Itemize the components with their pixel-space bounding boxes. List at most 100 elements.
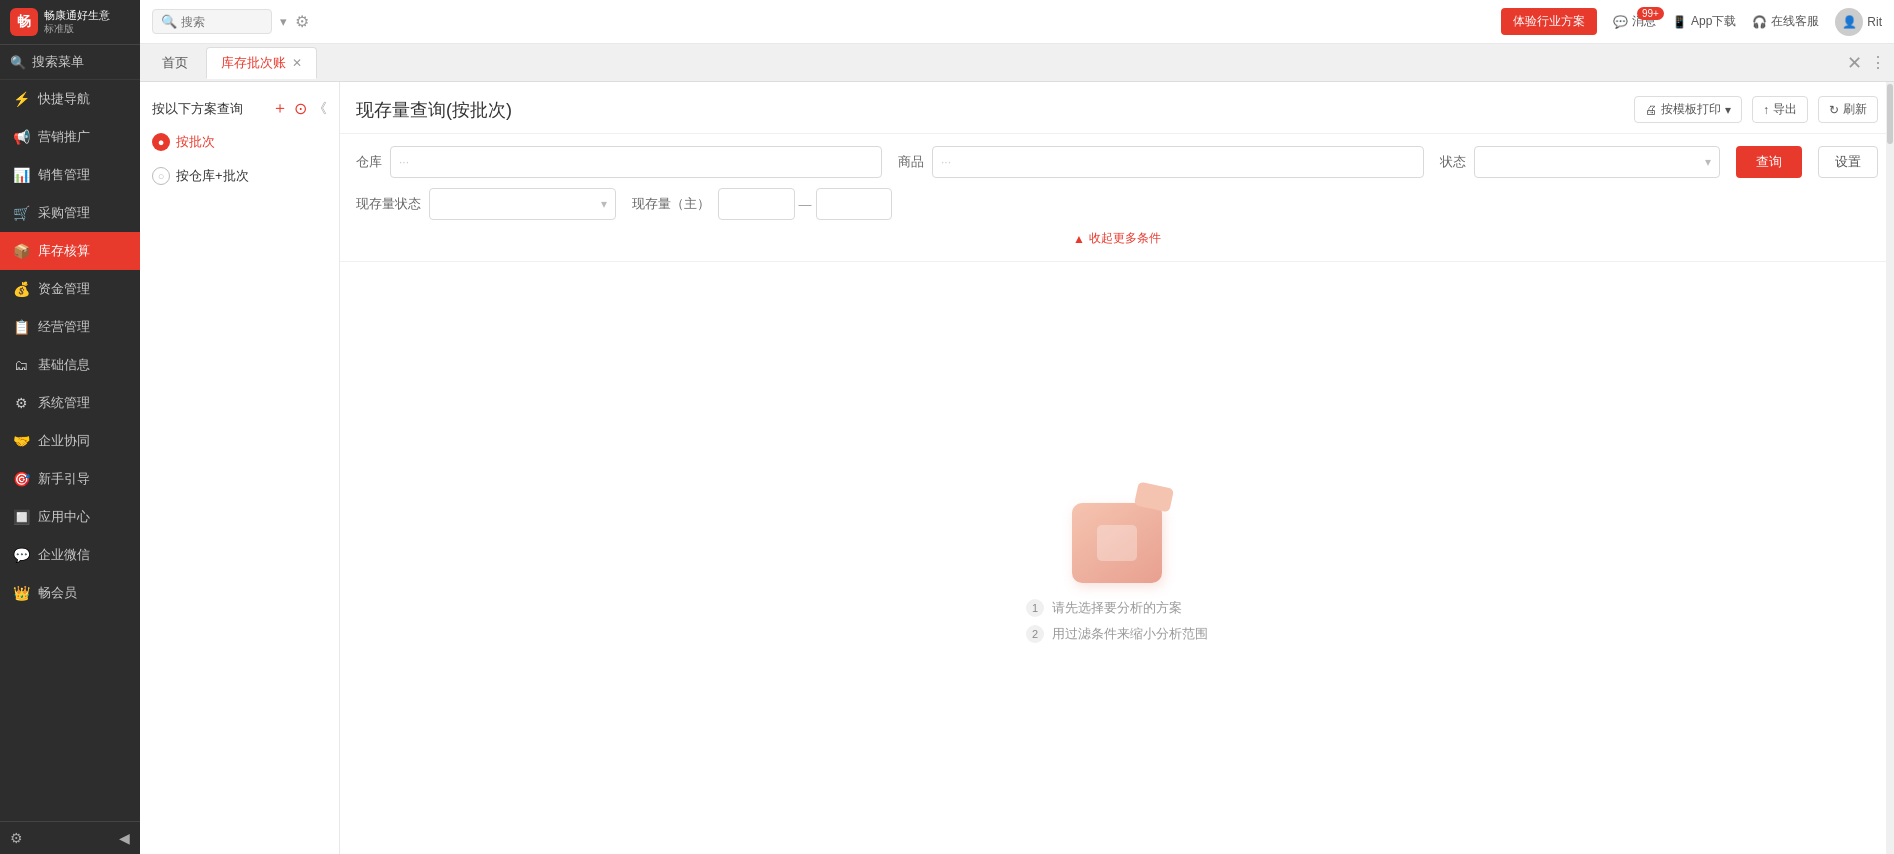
status-select[interactable]: ▾ <box>1474 146 1720 178</box>
sidebar-search-label: 搜索菜单 <box>32 53 84 71</box>
quick-nav-icon: ⚡ <box>12 90 30 108</box>
sidebar-item-enterprise[interactable]: 🤝 企业协同 <box>0 422 140 460</box>
tip-num-2: 2 <box>1026 625 1044 643</box>
product-label: 商品 <box>898 153 924 171</box>
product-placeholder: ··· <box>941 155 951 169</box>
sidebar-item-app-center[interactable]: 🔲 应用中心 <box>0 498 140 536</box>
left-panel-actions: ＋ ⊙ 《 <box>272 98 327 119</box>
sidebar-item-label: 经营管理 <box>38 318 90 336</box>
refresh-btn-label: 刷新 <box>1843 101 1867 118</box>
scheme-item-by-batch[interactable]: ● 按批次 <box>140 125 339 159</box>
collapse-sidebar-icon[interactable]: ◀ <box>119 830 130 846</box>
scheme-active-icon: ● <box>152 133 170 151</box>
sidebar-item-marketing[interactable]: 📢 营销推广 <box>0 118 140 156</box>
inventory-icon: 📦 <box>12 242 30 260</box>
topbar-search[interactable]: 🔍 <box>152 9 272 34</box>
sidebar-item-label: 系统管理 <box>38 394 90 412</box>
inventory-status-select[interactable]: ▾ <box>429 188 616 220</box>
sidebar-search[interactable]: 🔍 搜索菜单 <box>0 45 140 80</box>
inventory-qty-range: — <box>718 188 892 220</box>
experience-btn[interactable]: 体验行业方案 <box>1501 8 1597 35</box>
sidebar: 畅 畅康通好生意 标准版 🔍 搜索菜单 ⚡ 快捷导航 📢 营销推广 📊 销售管理… <box>0 0 140 854</box>
tabbar: 首页 库存批次账 ✕ ✕ ⋮ <box>140 44 1894 82</box>
scrollbar-thumb <box>1887 84 1893 144</box>
sidebar-item-quick-nav[interactable]: ⚡ 快捷导航 <box>0 80 140 118</box>
scheme-inactive-icon: ○ <box>152 167 170 185</box>
sidebar-item-finance[interactable]: 💰 资金管理 <box>0 270 140 308</box>
inventory-qty-min[interactable] <box>718 188 795 220</box>
print-btn[interactable]: 🖨 按模板打印 ▾ <box>1634 96 1742 123</box>
status-label: 状态 <box>1440 153 1466 171</box>
online-service-btn[interactable]: 🎧 在线客服 <box>1752 13 1819 30</box>
sidebar-item-operations[interactable]: 📋 经营管理 <box>0 308 140 346</box>
purchase-icon: 🛒 <box>12 204 30 222</box>
newbie-icon: 🎯 <box>12 470 30 488</box>
filter-area: 仓库 ··· 商品 ··· 状态 <box>340 134 1894 262</box>
sidebar-item-vip[interactable]: 👑 畅会员 <box>0 574 140 612</box>
app-download-label: App下载 <box>1691 13 1736 30</box>
sales-icon: 📊 <box>12 166 30 184</box>
add-scheme-btn[interactable]: ＋ <box>272 98 288 119</box>
sidebar-item-label: 应用中心 <box>38 508 90 526</box>
enterprise-icon: 🤝 <box>12 432 30 450</box>
main-area: 🔍 ▾ ⚙ 体验行业方案 💬 消息 99+ 📱 App下载 🎧 在线客服 � <box>140 0 1894 854</box>
inventory-qty-max[interactable] <box>816 188 893 220</box>
collapse-panel-btn[interactable]: 《 <box>313 100 327 118</box>
panel-more-icon[interactable]: ⋮ <box>1870 53 1886 72</box>
sidebar-item-newbie[interactable]: 🎯 新手引导 <box>0 460 140 498</box>
search-icon: 🔍 <box>10 55 26 70</box>
sidebar-item-system[interactable]: ⚙ 系统管理 <box>0 384 140 422</box>
warehouse-filter: 仓库 ··· <box>356 146 882 178</box>
page-header: 现存量查询(按批次) 🖨 按模板打印 ▾ ↑ 导出 ↻ 刷新 <box>340 82 1894 134</box>
refresh-btn[interactable]: ↻ 刷新 <box>1818 96 1878 123</box>
app-center-icon: 🔲 <box>12 508 30 526</box>
print-btn-label: 按模板打印 <box>1661 101 1721 118</box>
scheme-item-by-warehouse-batch[interactable]: ○ 按仓库+批次 <box>140 159 339 193</box>
topbar: 🔍 ▾ ⚙ 体验行业方案 💬 消息 99+ 📱 App下载 🎧 在线客服 � <box>140 0 1894 44</box>
warehouse-placeholder: ··· <box>399 155 409 169</box>
topbar-right: 💬 消息 99+ 📱 App下载 🎧 在线客服 👤 Rit <box>1613 8 1882 36</box>
tab-home[interactable]: 首页 <box>148 48 202 78</box>
chevron-up-icon: ▲ <box>1073 232 1085 246</box>
sidebar-item-purchase[interactable]: 🛒 采购管理 <box>0 194 140 232</box>
refresh-icon: ↻ <box>1829 103 1839 117</box>
topbar-search-input[interactable] <box>181 15 261 29</box>
left-panel-title: 按以下方案查询 <box>152 100 243 118</box>
app-download-btn[interactable]: 📱 App下载 <box>1672 13 1736 30</box>
online-service-label: 在线客服 <box>1771 13 1819 30</box>
sidebar-item-basic[interactable]: 🗂 基础信息 <box>0 346 140 384</box>
sidebar-item-sales[interactable]: 📊 销售管理 <box>0 156 140 194</box>
tip-item-2: 2 用过滤条件来缩小分析范围 <box>1026 625 1208 643</box>
sidebar-item-label: 资金管理 <box>38 280 90 298</box>
operations-icon: 📋 <box>12 318 30 336</box>
topbar-settings-icon[interactable]: ⚙ <box>295 12 309 31</box>
print-icon: 🖨 <box>1645 103 1657 117</box>
right-scrollbar[interactable] <box>1886 82 1894 854</box>
tab-inventory-batch[interactable]: 库存批次账 ✕ <box>206 47 317 79</box>
export-btn[interactable]: ↑ 导出 <box>1752 96 1808 123</box>
settings-btn[interactable]: 设置 <box>1818 146 1878 178</box>
query-btn[interactable]: 查询 <box>1736 146 1802 178</box>
status-filter: 状态 ▾ <box>1440 146 1720 178</box>
panel-close-btn[interactable]: ✕ <box>1847 52 1862 74</box>
user-avatar-icon: 👤 <box>1842 15 1857 29</box>
edit-scheme-btn[interactable]: ⊙ <box>294 99 307 118</box>
message-icon: 💬 <box>1613 15 1628 29</box>
empty-state: 1 请先选择要分析的方案 2 用过滤条件来缩小分析范围 <box>340 262 1894 854</box>
tab-close-icon[interactable]: ✕ <box>292 56 302 70</box>
tab-home-label: 首页 <box>162 54 188 72</box>
settings-icon[interactable]: ⚙ <box>10 830 23 846</box>
user-profile-btn[interactable]: 👤 Rit <box>1835 8 1882 36</box>
sidebar-item-wechat[interactable]: 💬 企业微信 <box>0 536 140 574</box>
tip-text-1: 请先选择要分析的方案 <box>1052 599 1182 617</box>
sidebar-item-label: 营销推广 <box>38 128 90 146</box>
collapse-filters-btn[interactable]: ▲ 收起更多条件 <box>356 228 1878 249</box>
export-icon: ↑ <box>1763 103 1769 117</box>
dash-separator: — <box>799 197 812 212</box>
messages-btn[interactable]: 💬 消息 99+ <box>1613 13 1656 30</box>
product-input[interactable]: ··· <box>932 146 1424 178</box>
sidebar-header: 畅 畅康通好生意 标准版 <box>0 0 140 45</box>
topbar-dropdown-icon[interactable]: ▾ <box>280 14 287 29</box>
sidebar-item-inventory[interactable]: 📦 库存核算 <box>0 232 140 270</box>
warehouse-input[interactable]: ··· <box>390 146 882 178</box>
